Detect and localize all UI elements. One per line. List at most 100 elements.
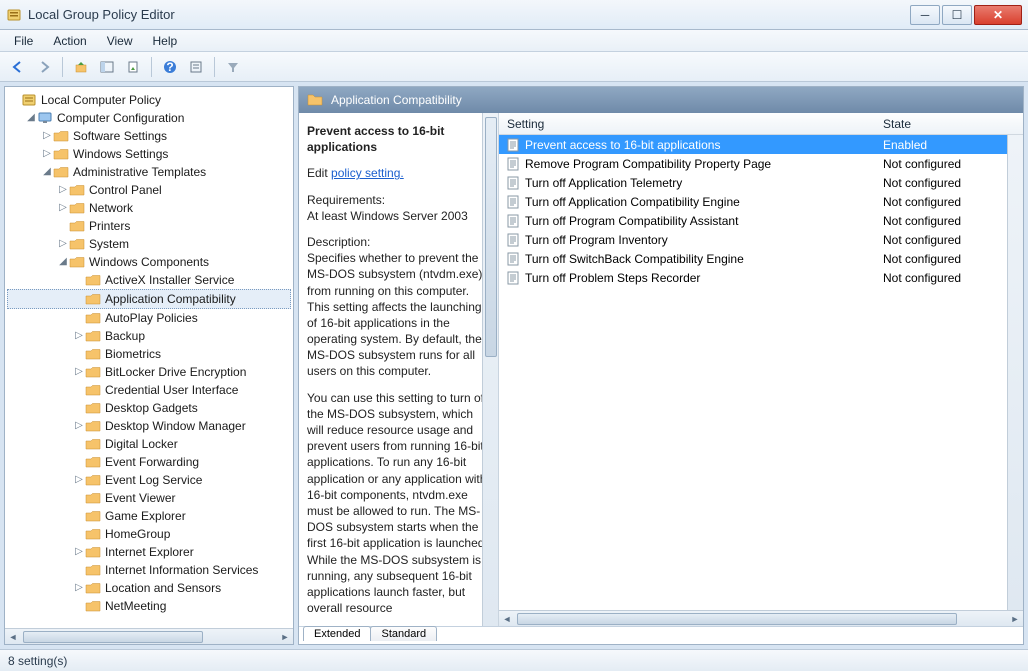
menu-action[interactable]: Action bbox=[45, 32, 94, 50]
tree-node-printers[interactable]: Printers bbox=[7, 217, 291, 235]
menu-help[interactable]: Help bbox=[145, 32, 186, 50]
tree-node-desktop-window-manager[interactable]: ▷Desktop Window Manager bbox=[7, 417, 291, 435]
requirements-label: Requirements: bbox=[307, 193, 385, 207]
filter-button[interactable] bbox=[221, 55, 245, 79]
help-button[interactable]: ? bbox=[158, 55, 182, 79]
expander-icon[interactable]: ▷ bbox=[73, 579, 85, 597]
forward-button[interactable] bbox=[32, 55, 56, 79]
export-button[interactable] bbox=[121, 55, 145, 79]
tree-node-autoplay-policies[interactable]: AutoPlay Policies bbox=[7, 309, 291, 327]
setting-row[interactable]: Remove Program Compatibility Property Pa… bbox=[499, 154, 1007, 173]
tree-node-windows-settings[interactable]: ▷Windows Settings bbox=[7, 145, 291, 163]
policy-icon bbox=[505, 270, 521, 286]
tree-node-event-forwarding[interactable]: Event Forwarding bbox=[7, 453, 291, 471]
settings-v-scrollbar[interactable] bbox=[1007, 135, 1023, 610]
edit-prefix: Edit bbox=[307, 166, 331, 180]
scroll-right-icon[interactable]: ► bbox=[1007, 611, 1023, 626]
selected-policy-title: Prevent access to 16-bit applications bbox=[307, 123, 490, 155]
setting-state: Not configured bbox=[877, 214, 1007, 228]
scroll-right-icon[interactable]: ► bbox=[277, 629, 293, 645]
expander-icon[interactable]: ▷ bbox=[73, 417, 85, 435]
setting-state: Not configured bbox=[877, 157, 1007, 171]
folder-icon bbox=[53, 164, 69, 180]
setting-row[interactable]: Turn off Application TelemetryNot config… bbox=[499, 173, 1007, 192]
scroll-thumb[interactable] bbox=[485, 117, 497, 357]
tree-node-activex-installer-service[interactable]: ActiveX Installer Service bbox=[7, 271, 291, 289]
tree-node-root[interactable]: Local Computer Policy bbox=[7, 91, 291, 109]
expander-icon[interactable]: ◢ bbox=[41, 163, 53, 181]
setting-row[interactable]: Turn off Program InventoryNot configured bbox=[499, 230, 1007, 249]
back-button[interactable] bbox=[6, 55, 30, 79]
minimize-button[interactable]: ─ bbox=[910, 5, 940, 25]
menu-file[interactable]: File bbox=[6, 32, 41, 50]
tree-node-desktop-gadgets[interactable]: Desktop Gadgets bbox=[7, 399, 291, 417]
tree-node-control-panel[interactable]: ▷Control Panel bbox=[7, 181, 291, 199]
tree-node-credential-user-interface[interactable]: Credential User Interface bbox=[7, 381, 291, 399]
tree-node-label: Biometrics bbox=[105, 345, 161, 363]
expander-icon[interactable]: ▷ bbox=[73, 543, 85, 561]
folder-icon bbox=[85, 580, 101, 596]
tree-node-network[interactable]: ▷Network bbox=[7, 199, 291, 217]
expander-icon[interactable]: ▷ bbox=[41, 145, 53, 163]
tab-extended[interactable]: Extended bbox=[303, 626, 371, 641]
tree-node-application-compatibility[interactable]: Application Compatibility bbox=[7, 289, 291, 309]
tree-scroll-area[interactable]: Local Computer Policy◢Computer Configura… bbox=[5, 87, 293, 628]
settings-list-body[interactable]: Prevent access to 16-bit applicationsEna… bbox=[499, 135, 1007, 610]
scroll-left-icon[interactable]: ◄ bbox=[499, 611, 515, 626]
tree-node-internet-information-services[interactable]: Internet Information Services bbox=[7, 561, 291, 579]
scroll-thumb[interactable] bbox=[23, 631, 203, 643]
tree-node-game-explorer[interactable]: Game Explorer bbox=[7, 507, 291, 525]
tree-node-event-viewer[interactable]: Event Viewer bbox=[7, 489, 291, 507]
up-button[interactable] bbox=[69, 55, 93, 79]
tree-node-netmeeting[interactable]: NetMeeting bbox=[7, 597, 291, 615]
setting-row[interactable]: Turn off SwitchBack Compatibility Engine… bbox=[499, 249, 1007, 268]
tree-node-system[interactable]: ▷System bbox=[7, 235, 291, 253]
tree-node-administrative-templates[interactable]: ◢Administrative Templates bbox=[7, 163, 291, 181]
tree-node-biometrics[interactable]: Biometrics bbox=[7, 345, 291, 363]
folder-icon bbox=[85, 364, 101, 380]
show-tree-button[interactable] bbox=[95, 55, 119, 79]
tree-node-event-log-service[interactable]: ▷Event Log Service bbox=[7, 471, 291, 489]
tree-node-label: Internet Explorer bbox=[105, 543, 194, 561]
description-pane: Prevent access to 16-bit applications Ed… bbox=[299, 113, 499, 626]
settings-list-header: Setting State bbox=[499, 113, 1023, 135]
expander-icon[interactable]: ▷ bbox=[73, 363, 85, 381]
setting-row[interactable]: Turn off Problem Steps RecorderNot confi… bbox=[499, 268, 1007, 287]
tree-node-digital-locker[interactable]: Digital Locker bbox=[7, 435, 291, 453]
close-button[interactable]: ✕ bbox=[974, 5, 1022, 25]
tree-node-bitlocker-drive-encryption[interactable]: ▷BitLocker Drive Encryption bbox=[7, 363, 291, 381]
expander-icon[interactable]: ◢ bbox=[25, 109, 37, 127]
tree-h-scrollbar[interactable]: ◄ ► bbox=[5, 628, 293, 644]
folder-icon bbox=[85, 526, 101, 542]
scroll-thumb[interactable] bbox=[517, 613, 957, 625]
column-header-setting[interactable]: Setting bbox=[499, 117, 877, 131]
setting-row[interactable]: Prevent access to 16-bit applicationsEna… bbox=[499, 135, 1007, 154]
tree-node-computer-configuration[interactable]: ◢Computer Configuration bbox=[7, 109, 291, 127]
properties-button[interactable] bbox=[184, 55, 208, 79]
expander-icon[interactable]: ◢ bbox=[57, 253, 69, 271]
tab-standard[interactable]: Standard bbox=[370, 626, 437, 641]
expander-icon[interactable]: ▷ bbox=[73, 327, 85, 345]
expander-icon[interactable]: ▷ bbox=[41, 127, 53, 145]
expander-icon[interactable]: ▷ bbox=[57, 235, 69, 253]
description-v-scrollbar[interactable] bbox=[482, 113, 498, 626]
tree-node-software-settings[interactable]: ▷Software Settings bbox=[7, 127, 291, 145]
maximize-button[interactable]: ☐ bbox=[942, 5, 972, 25]
scroll-left-icon[interactable]: ◄ bbox=[5, 629, 21, 645]
column-header-state[interactable]: State bbox=[877, 117, 1007, 131]
setting-row[interactable]: Turn off Application Compatibility Engin… bbox=[499, 192, 1007, 211]
expander-icon[interactable]: ▷ bbox=[57, 199, 69, 217]
expander-icon[interactable]: ▷ bbox=[73, 471, 85, 489]
tree-node-location-and-sensors[interactable]: ▷Location and Sensors bbox=[7, 579, 291, 597]
menu-view[interactable]: View bbox=[99, 32, 141, 50]
tree-node-backup[interactable]: ▷Backup bbox=[7, 327, 291, 345]
tree-node-windows-components[interactable]: ◢Windows Components bbox=[7, 253, 291, 271]
tree-node-internet-explorer[interactable]: ▷ Internet Explorer bbox=[7, 543, 291, 561]
setting-state: Not configured bbox=[877, 176, 1007, 190]
setting-row[interactable]: Turn off Program Compatibility Assistant… bbox=[499, 211, 1007, 230]
folder-icon bbox=[85, 418, 101, 434]
tree-node-homegroup[interactable]: HomeGroup bbox=[7, 525, 291, 543]
settings-h-scrollbar[interactable]: ◄ ► bbox=[499, 610, 1023, 626]
expander-icon[interactable]: ▷ bbox=[57, 181, 69, 199]
edit-policy-link[interactable]: policy setting. bbox=[331, 166, 404, 180]
